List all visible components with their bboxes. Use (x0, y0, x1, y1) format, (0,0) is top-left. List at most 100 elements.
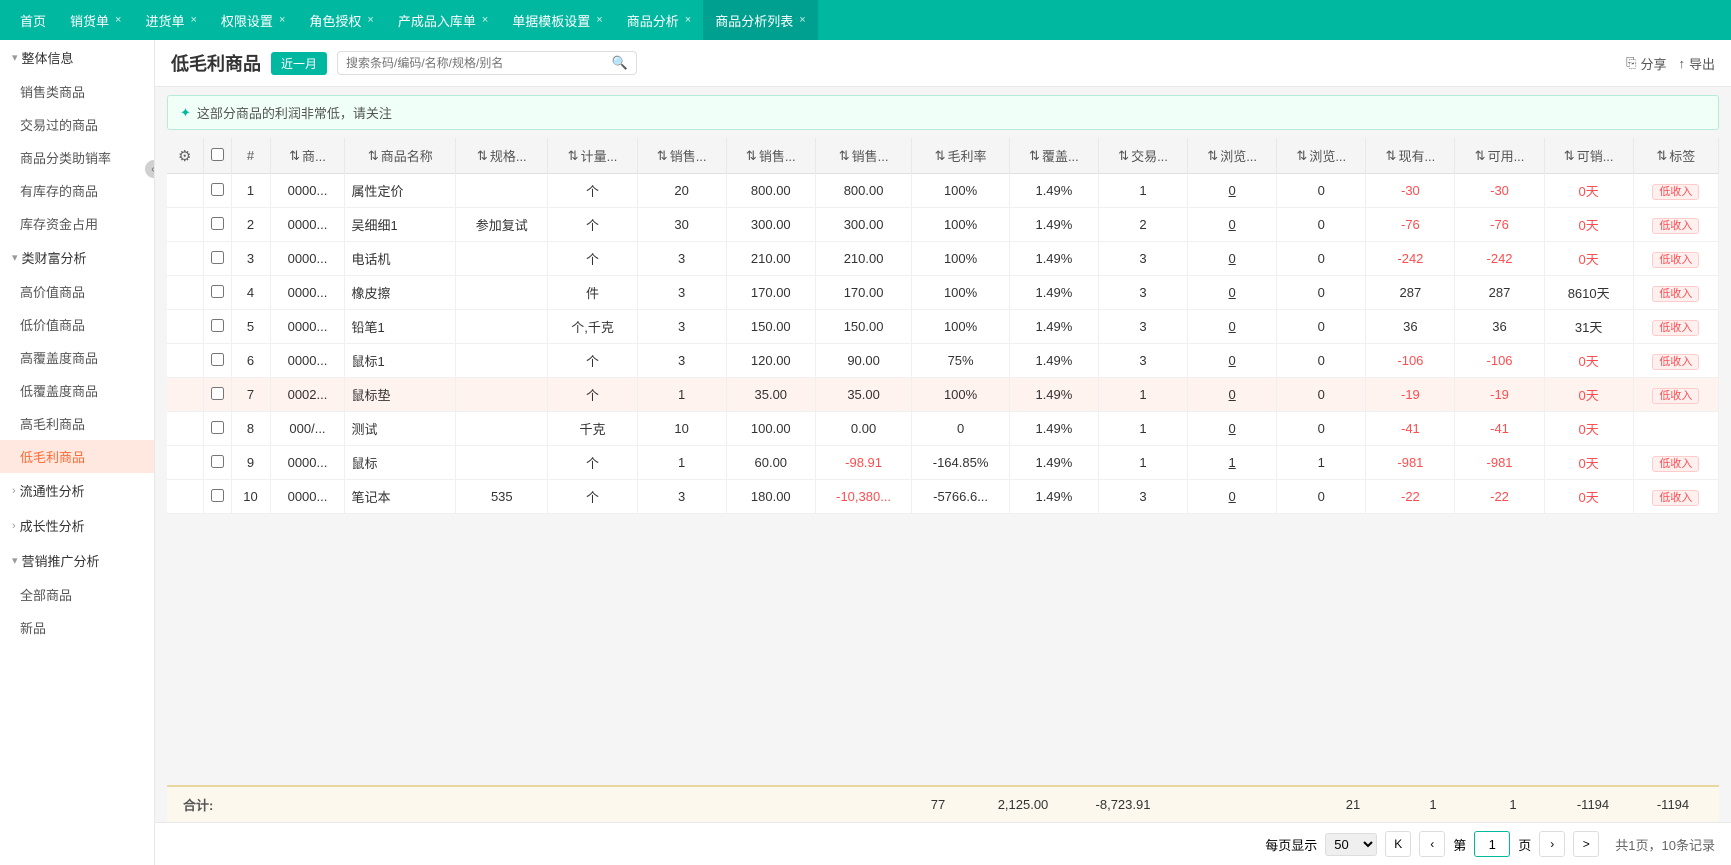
search-input[interactable] (346, 56, 608, 70)
row-checkbox[interactable] (211, 489, 224, 502)
th-settings[interactable]: ⚙ (167, 138, 203, 174)
date-filter-button[interactable]: 近一月 (271, 52, 327, 75)
next-page-button[interactable]: › (1539, 831, 1565, 857)
th-avail[interactable]: ⇅可用... (1455, 138, 1544, 174)
row-checkbox-cell[interactable] (203, 276, 231, 310)
row-checkbox[interactable] (211, 217, 224, 230)
th-unit[interactable]: ⇅计量... (548, 138, 637, 174)
row-checkbox[interactable] (211, 251, 224, 264)
th-spec[interactable]: ⇅规格... (456, 138, 548, 174)
search-icon[interactable]: 🔍 (612, 55, 628, 71)
nav-goods-analysis[interactable]: 商品分析 × (615, 0, 703, 40)
page-number-input[interactable] (1474, 831, 1510, 857)
view1-link[interactable]: 0 (1229, 251, 1236, 266)
close-icon[interactable]: × (279, 14, 285, 26)
th-tag[interactable]: ⇅标签 (1633, 138, 1718, 174)
th-days[interactable]: ⇅可销... (1544, 138, 1633, 174)
view1-link[interactable]: 1 (1229, 455, 1236, 470)
nav-templates[interactable]: 单据模板设置 × (500, 0, 614, 40)
view1-link[interactable]: 0 (1229, 217, 1236, 232)
nav-permissions[interactable]: 权限设置 × (209, 0, 297, 40)
close-icon[interactable]: × (115, 14, 121, 26)
row-view2: 0 (1277, 412, 1366, 446)
sidebar-item-sales-goods[interactable]: 销售类商品 (0, 75, 154, 108)
row-checkbox-cell[interactable] (203, 378, 231, 412)
last-page-button[interactable]: > (1573, 831, 1599, 857)
row-checkbox-cell[interactable] (203, 480, 231, 514)
th-name[interactable]: ⇅商品名称 (345, 138, 456, 174)
sidebar-item-low-value[interactable]: 低价值商品 (0, 308, 154, 341)
row-checkbox-cell[interactable] (203, 412, 231, 446)
per-page-select[interactable]: 50 100 200 (1325, 833, 1377, 856)
th-gross[interactable]: ⇅毛利率 (912, 138, 1010, 174)
sidebar-item-traded-goods[interactable]: 交易过的商品 (0, 108, 154, 141)
nav-goods-analysis-list[interactable]: 商品分析列表 × (703, 0, 817, 40)
view1-link[interactable]: 0 (1229, 285, 1236, 300)
first-page-button[interactable]: K (1385, 831, 1411, 857)
row-checkbox-cell[interactable] (203, 208, 231, 242)
th-sale1[interactable]: ⇅销售... (637, 138, 726, 174)
th-trade[interactable]: ⇅交易... (1098, 138, 1187, 174)
prev-page-button[interactable]: ‹ (1419, 831, 1445, 857)
sidebar-section-overall[interactable]: ▾ 整体信息 (0, 40, 154, 75)
th-view1[interactable]: ⇅浏览... (1188, 138, 1277, 174)
view1-link[interactable]: 0 (1229, 489, 1236, 504)
sidebar-item-low-margin[interactable]: 低毛利商品 (0, 440, 154, 473)
th-code[interactable]: ⇅商... (270, 138, 345, 174)
row-checkbox[interactable] (211, 319, 224, 332)
close-icon[interactable]: × (482, 14, 488, 26)
row-spec (456, 174, 548, 208)
sidebar-item-stock-capital[interactable]: 库存资金占用 (0, 207, 154, 240)
close-icon[interactable]: × (190, 14, 196, 26)
th-sale2[interactable]: ⇅销售... (726, 138, 815, 174)
sidebar-item-high-margin[interactable]: 高毛利商品 (0, 407, 154, 440)
sidebar-item-high-coverage[interactable]: 高覆盖度商品 (0, 341, 154, 374)
th-checkbox[interactable] (203, 138, 231, 174)
row-checkbox[interactable] (211, 285, 224, 298)
row-view1: 0 (1188, 174, 1277, 208)
row-checkbox[interactable] (211, 353, 224, 366)
close-icon[interactable]: × (685, 14, 691, 26)
sort-icon: ⇅ (1475, 148, 1486, 164)
close-icon[interactable]: × (799, 14, 805, 26)
row-checkbox[interactable] (211, 421, 224, 434)
sidebar-item-category-rate[interactable]: 商品分类助销率 (0, 141, 154, 174)
row-checkbox-cell[interactable] (203, 310, 231, 344)
sidebar-item-low-coverage[interactable]: 低覆盖度商品 (0, 374, 154, 407)
view1-link[interactable]: 0 (1229, 353, 1236, 368)
th-coverage[interactable]: ⇅覆盖... (1009, 138, 1098, 174)
th-view2[interactable]: ⇅浏览... (1277, 138, 1366, 174)
gear-icon[interactable]: ⚙ (178, 148, 191, 165)
sidebar-section-growth[interactable]: › 成长性分析 (0, 508, 154, 543)
row-checkbox-cell[interactable] (203, 174, 231, 208)
row-checkbox[interactable] (211, 455, 224, 468)
row-checkbox-cell[interactable] (203, 344, 231, 378)
view1-link[interactable]: 0 (1229, 387, 1236, 402)
sidebar-item-all-goods[interactable]: 全部商品 (0, 578, 154, 611)
nav-purchase[interactable]: 进货单 × (133, 0, 208, 40)
th-sale3[interactable]: ⇅销售... (815, 138, 911, 174)
th-stock[interactable]: ⇅现有... (1366, 138, 1455, 174)
row-checkbox[interactable] (211, 387, 224, 400)
sidebar-section-wealth[interactable]: ▾ 类财富分析 (0, 240, 154, 275)
view1-link[interactable]: 0 (1229, 319, 1236, 334)
row-checkbox-cell[interactable] (203, 446, 231, 480)
nav-home[interactable]: 首页 (8, 0, 58, 40)
select-all-checkbox[interactable] (211, 148, 224, 161)
sidebar-item-new-goods[interactable]: 新品 (0, 611, 154, 644)
nav-sales[interactable]: 销货单 × (58, 0, 133, 40)
nav-roles[interactable]: 角色授权 × (297, 0, 385, 40)
close-icon[interactable]: × (596, 14, 602, 26)
row-checkbox-cell[interactable] (203, 242, 231, 276)
sidebar-section-flow[interactable]: › 流通性分析 (0, 473, 154, 508)
export-button[interactable]: ↑ 导出 (1678, 54, 1715, 73)
row-checkbox[interactable] (211, 183, 224, 196)
view1-link[interactable]: 0 (1229, 183, 1236, 198)
share-button[interactable]: ⎘ 分享 (1626, 54, 1666, 73)
view1-link[interactable]: 0 (1229, 421, 1236, 436)
close-icon[interactable]: × (367, 14, 373, 26)
sidebar-item-high-value[interactable]: 高价值商品 (0, 275, 154, 308)
nav-products[interactable]: 产成品入库单 × (386, 0, 500, 40)
sidebar-item-stocked-goods[interactable]: 有库存的商品 (0, 174, 154, 207)
sidebar-section-marketing[interactable]: ▾ 营销推广分析 (0, 543, 154, 578)
